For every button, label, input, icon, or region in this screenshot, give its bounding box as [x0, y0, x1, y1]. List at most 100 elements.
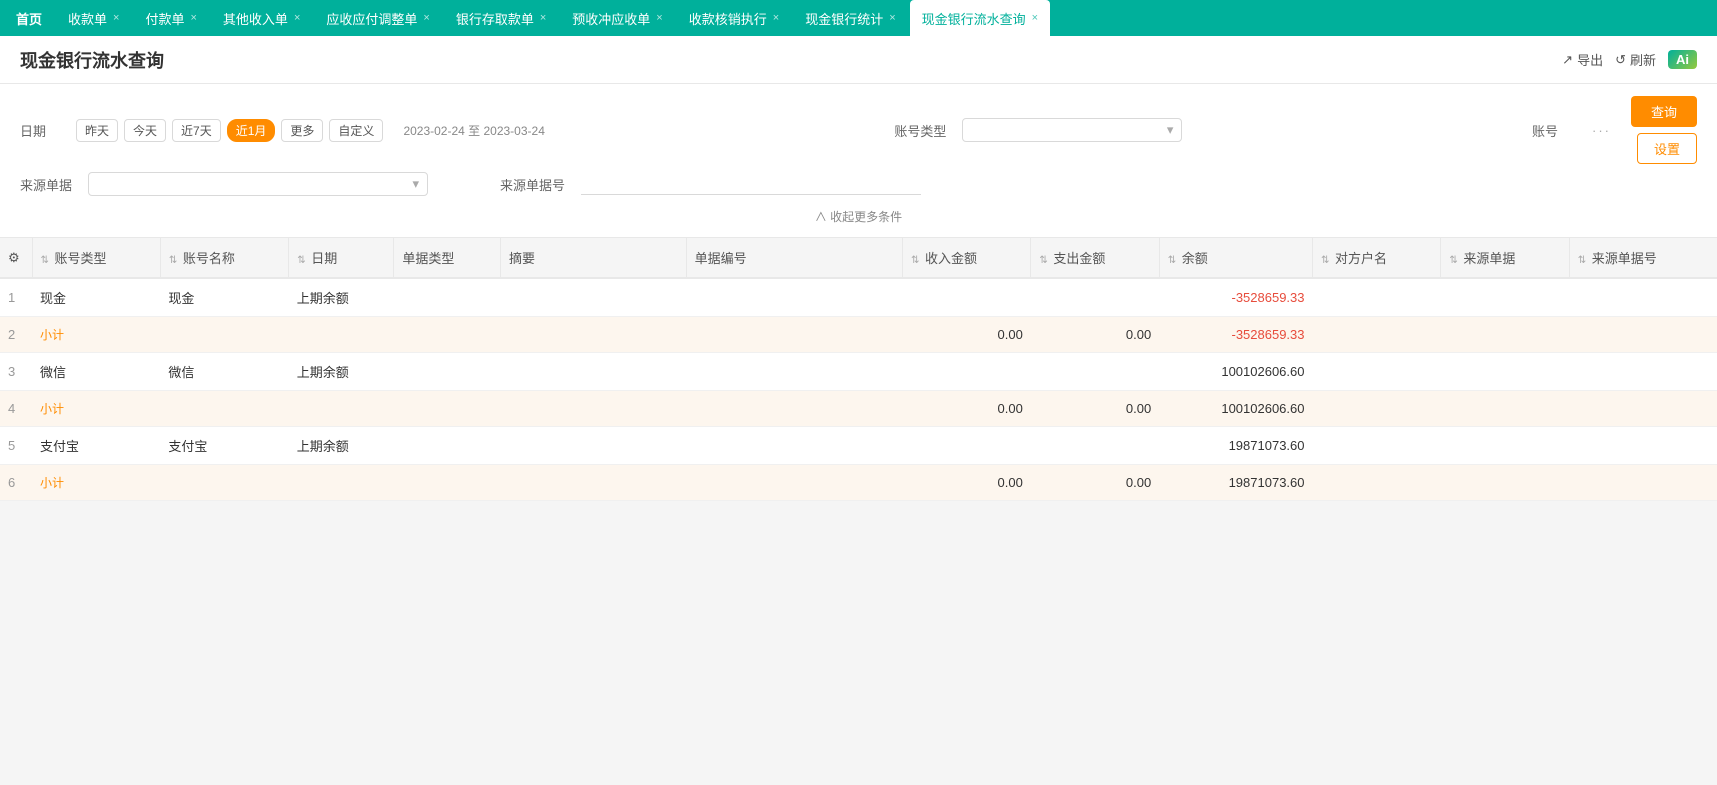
- cell-account-type: 微信: [32, 353, 160, 391]
- col-account-type[interactable]: ⇅ 账号类型: [32, 238, 160, 278]
- cell-account-type: 小计: [32, 465, 160, 501]
- nav-item-home[interactable]: 首页: [4, 0, 54, 36]
- export-button[interactable]: ↗ 导出: [1562, 50, 1603, 69]
- cell-doc-type: [394, 353, 501, 391]
- date-btn-近1月[interactable]: 近1月: [227, 119, 276, 142]
- row-num: 4: [0, 391, 32, 427]
- col-expense[interactable]: ⇅ 支出金额: [1031, 238, 1159, 278]
- close-icon[interactable]: ×: [656, 12, 662, 24]
- cell-summary: [501, 465, 687, 501]
- cell-source-doc-no: [1569, 391, 1717, 427]
- cell-doc-no: [686, 278, 902, 317]
- data-table: ⚙ ⇅ 账号类型 ⇅ 账号名称 ⇅ 日期 单据类型 摘要: [0, 238, 1717, 501]
- settings-button[interactable]: 设置: [1637, 133, 1697, 164]
- cell-expense: [1031, 427, 1159, 465]
- close-icon[interactable]: ×: [1032, 12, 1038, 24]
- account-label: 账号: [1532, 121, 1572, 140]
- table-row: 5支付宝支付宝上期余额19871073.60: [0, 427, 1717, 465]
- close-icon[interactable]: ×: [113, 12, 119, 24]
- cell-expense: 0.00: [1031, 317, 1159, 353]
- cell-income: 0.00: [903, 317, 1031, 353]
- export-icon: ↗: [1562, 52, 1573, 68]
- cell-date: [289, 465, 394, 501]
- cell-account-name: [160, 317, 288, 353]
- header-row: ⚙ ⇅ 账号类型 ⇅ 账号名称 ⇅ 日期 单据类型 摘要: [0, 238, 1717, 278]
- col-counterpart[interactable]: ⇅ 对方户名: [1313, 238, 1441, 278]
- cell-income: [903, 278, 1031, 317]
- close-icon[interactable]: ×: [773, 12, 779, 24]
- cell-counterpart: [1313, 391, 1441, 427]
- nav-item-prepayment[interactable]: 预收冲应收单×: [560, 0, 674, 36]
- top-nav: 首页收款单×付款单×其他收入单×应收应付调整单×银行存取款单×预收冲应收单×收款…: [0, 0, 1717, 36]
- col-date[interactable]: ⇅ 日期: [289, 238, 394, 278]
- cell-expense: [1031, 353, 1159, 391]
- row-num: 6: [0, 465, 32, 501]
- cell-source-doc: [1441, 278, 1569, 317]
- col-doc-type[interactable]: 单据类型: [394, 238, 501, 278]
- cell-source-doc-no: [1569, 465, 1717, 501]
- cell-source-doc: [1441, 317, 1569, 353]
- cell-counterpart: [1313, 465, 1441, 501]
- cell-doc-no: [686, 465, 902, 501]
- col-source-doc-no[interactable]: ⇅ 来源单据号: [1569, 238, 1717, 278]
- cell-doc-type: [394, 278, 501, 317]
- account-type-value: [971, 123, 975, 138]
- nav-item-payment[interactable]: 付款单×: [133, 0, 208, 36]
- date-btn-今天[interactable]: 今天: [124, 119, 166, 142]
- sort-icon-9: ⇅: [1578, 255, 1586, 266]
- account-dots[interactable]: ···: [1588, 123, 1615, 138]
- nav-item-bank-deposit[interactable]: 银行存取款单×: [444, 0, 558, 36]
- table-header: ⚙ ⇅ 账号类型 ⇅ 账号名称 ⇅ 日期 单据类型 摘要: [0, 238, 1717, 278]
- col-income[interactable]: ⇅ 收入金额: [903, 238, 1031, 278]
- source-doc-no-input[interactable]: [581, 173, 921, 195]
- sort-icon-3: ⇅: [297, 255, 305, 266]
- date-btn-昨天[interactable]: 昨天: [76, 119, 118, 142]
- table-row: 2小计0.000.00-3528659.33: [0, 317, 1717, 353]
- nav-item-other-income[interactable]: 其他收入单×: [211, 0, 312, 36]
- account-type-label: 账号类型: [894, 121, 946, 140]
- nav-item-receipt[interactable]: 收款单×: [56, 0, 131, 36]
- col-summary[interactable]: 摘要: [501, 238, 687, 278]
- cell-account-type: 小计: [32, 391, 160, 427]
- cell-counterpart: [1313, 317, 1441, 353]
- col-doc-no[interactable]: 单据编号: [686, 238, 902, 278]
- nav-item-cashflow[interactable]: 现金银行流水查询×: [910, 0, 1050, 36]
- ai-badge[interactable]: Ai: [1668, 50, 1697, 69]
- cell-account-type: 小计: [32, 317, 160, 353]
- close-icon[interactable]: ×: [540, 12, 546, 24]
- filter-right-group: 查询 设置: [1631, 96, 1697, 164]
- nav-item-writeoff[interactable]: 收款核销执行×: [677, 0, 791, 36]
- cell-account-name: [160, 465, 288, 501]
- refresh-button[interactable]: ↺ 刷新: [1615, 50, 1656, 69]
- cell-account-name: 微信: [160, 353, 288, 391]
- cell-source-doc: [1441, 427, 1569, 465]
- cell-counterpart: [1313, 278, 1441, 317]
- cell-income: [903, 427, 1031, 465]
- cell-source-doc-no: [1569, 278, 1717, 317]
- close-icon[interactable]: ×: [423, 12, 429, 24]
- close-icon[interactable]: ×: [889, 12, 895, 24]
- col-account-name[interactable]: ⇅ 账号名称: [160, 238, 288, 278]
- date-btn-自定义[interactable]: 自定义: [329, 119, 383, 142]
- cell-doc-type: [394, 465, 501, 501]
- date-btn-近7天[interactable]: 近7天: [172, 119, 221, 142]
- date-range: 2023-02-24 至 2023-03-24: [403, 122, 544, 139]
- cell-summary: [501, 427, 687, 465]
- close-icon[interactable]: ×: [190, 12, 196, 24]
- nav-item-adjustment[interactable]: 应收应付调整单×: [314, 0, 441, 36]
- sort-icon-4: ⇅: [911, 255, 919, 266]
- account-type-select[interactable]: ▾: [962, 118, 1182, 142]
- cell-income: [903, 353, 1031, 391]
- query-button[interactable]: 查询: [1631, 96, 1697, 127]
- source-doc-no-label: 来源单据号: [500, 175, 565, 194]
- close-icon[interactable]: ×: [294, 12, 300, 24]
- collapse-bar[interactable]: ∧ 收起更多条件: [20, 204, 1697, 229]
- date-btn-更多[interactable]: 更多: [281, 119, 323, 142]
- cell-doc-type: [394, 427, 501, 465]
- cell-summary: [501, 278, 687, 317]
- source-doc-select[interactable]: ▾: [88, 172, 428, 196]
- col-balance[interactable]: ⇅ 余额: [1159, 238, 1312, 278]
- col-config[interactable]: ⚙: [0, 238, 32, 278]
- col-source-doc[interactable]: ⇅ 来源单据: [1441, 238, 1569, 278]
- nav-item-stats[interactable]: 现金银行统计×: [793, 0, 907, 36]
